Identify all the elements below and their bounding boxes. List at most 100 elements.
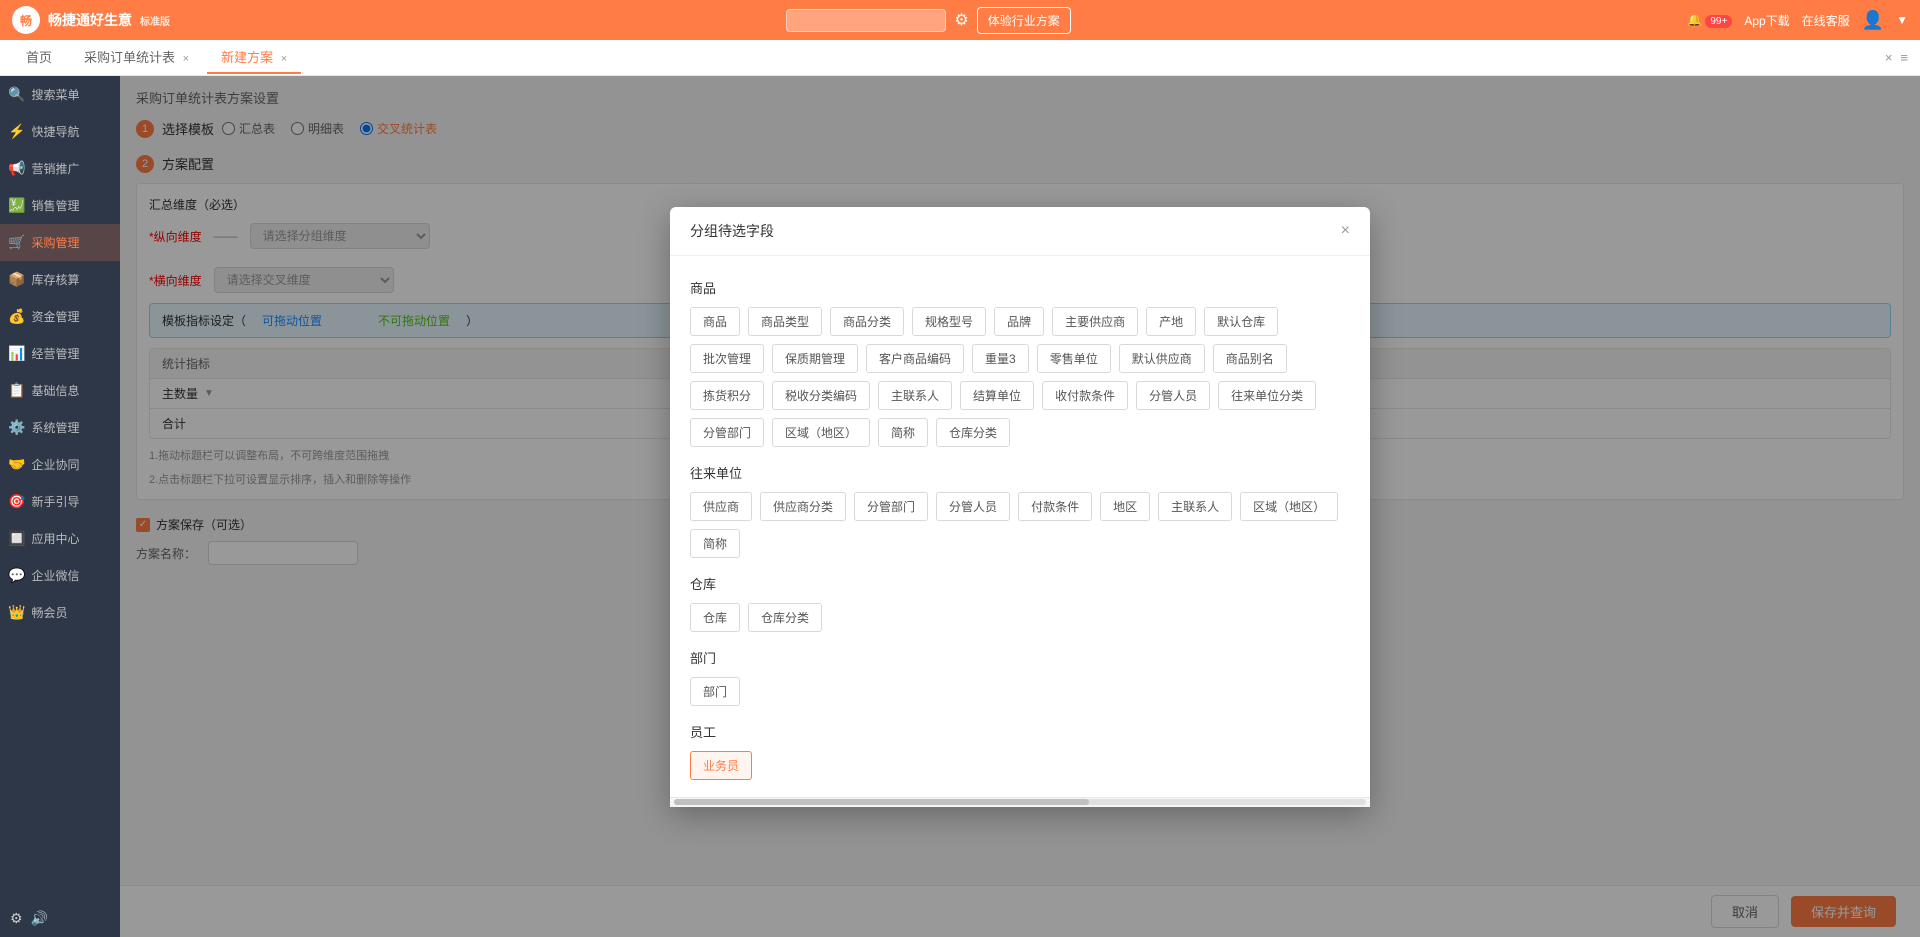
field-tag[interactable]: 分管人员 — [936, 492, 1010, 521]
field-tag[interactable]: 默认供应商 — [1119, 344, 1205, 373]
field-tag[interactable]: 仓库分类 — [936, 418, 1010, 447]
notification-area[interactable]: 🔔 99+ — [1687, 13, 1732, 27]
field-tag[interactable]: 批次管理 — [690, 344, 764, 373]
header-search-input[interactable] — [786, 9, 946, 32]
tab-bar-more-icon[interactable]: ≡ — [1900, 50, 1908, 65]
field-tag[interactable]: 主要供应商 — [1052, 307, 1138, 336]
sidebar-item-purchase[interactable]: 🛒 采购管理 — [0, 224, 120, 261]
field-tag[interactable]: 分管部门 — [854, 492, 928, 521]
logo-area: 畅 畅捷通好生意 标准版 — [12, 6, 170, 34]
section-employee-title: 员工 — [690, 722, 1350, 741]
field-tag[interactable]: 商品 — [690, 307, 740, 336]
field-tag[interactable]: 客户商品编码 — [866, 344, 964, 373]
header-right: 🔔 99+ App下载 在线客服 👤 ▼ — [1687, 10, 1908, 31]
section-partner-title: 往来单位 — [690, 463, 1350, 482]
operations-icon: 📊 — [8, 345, 25, 362]
field-tag-employee[interactable]: 业务员 — [690, 751, 752, 780]
field-tag[interactable]: 结算单位 — [960, 381, 1034, 410]
sidebar-item-quick-nav[interactable]: ⚡ 快捷导航 — [0, 113, 120, 150]
field-tag[interactable]: 地区 — [1100, 492, 1150, 521]
sidebar-item-app-center[interactable]: 🔲 应用中心 — [0, 520, 120, 557]
field-tag[interactable]: 拣货积分 — [690, 381, 764, 410]
sales-icon: 💹 — [8, 197, 25, 214]
gear-icon[interactable]: ⚙ — [954, 10, 968, 30]
tab-new-plan-close-icon[interactable]: × — [281, 53, 287, 65]
field-tag[interactable]: 主联系人 — [878, 381, 952, 410]
avatar-icon[interactable]: 👤 — [1862, 10, 1884, 31]
tab-purchase-close-icon[interactable]: × — [183, 53, 189, 65]
field-tag[interactable]: 商品类型 — [748, 307, 822, 336]
sidebar-item-wechat[interactable]: 💬 企业微信 — [0, 557, 120, 594]
sidebar-item-member[interactable]: 👑 畅会员 — [0, 594, 120, 631]
field-tag[interactable]: 主联系人 — [1158, 492, 1232, 521]
tab-home[interactable]: 首页 — [12, 41, 66, 74]
sidebar-item-search[interactable]: 🔍 搜索菜单 — [0, 76, 120, 113]
purchase-icon: 🛒 — [8, 234, 25, 251]
hscrollbar-thumb — [674, 799, 1089, 805]
sidebar-item-inventory[interactable]: 📦 库存核算 — [0, 261, 120, 298]
sidebar-item-finance[interactable]: 💰 资金管理 — [0, 298, 120, 335]
settings-bottom-icon[interactable]: ⚙ — [10, 910, 23, 927]
sidebar-item-basic-info[interactable]: 📋 基础信息 — [0, 372, 120, 409]
field-tag[interactable]: 简称 — [878, 418, 928, 447]
field-tag[interactable]: 零售单位 — [1037, 344, 1111, 373]
search-icon: 🔍 — [8, 86, 25, 103]
marketing-icon: 📢 — [8, 160, 25, 177]
quick-nav-icon: ⚡ — [8, 123, 25, 140]
section-employee-fields: 业务员 — [690, 751, 1350, 780]
sidebar-item-guide[interactable]: 🎯 新手引导 — [0, 483, 120, 520]
tab-new-plan[interactable]: 新建方案 × — [207, 41, 301, 74]
experience-button[interactable]: 体验行业方案 — [977, 7, 1071, 34]
inventory-icon: 📦 — [8, 271, 25, 288]
field-tag[interactable]: 分管人员 — [1136, 381, 1210, 410]
field-tag[interactable]: 区域（地区） — [772, 418, 870, 447]
dialog-hscrollbar[interactable] — [670, 797, 1370, 807]
sidebar-item-sales[interactable]: 💹 销售管理 — [0, 187, 120, 224]
sidebar-item-operations[interactable]: 📊 经营管理 — [0, 335, 120, 372]
field-tag[interactable]: 付款条件 — [1018, 492, 1092, 521]
field-tag[interactable]: 往来单位分类 — [1218, 381, 1316, 410]
sidebar-item-marketing[interactable]: 📢 营销推广 — [0, 150, 120, 187]
field-tag[interactable]: 商品别名 — [1213, 344, 1287, 373]
tab-purchase-stats[interactable]: 采购订单统计表 × — [70, 41, 203, 74]
logo-sub: 标准版 — [140, 13, 170, 28]
header-center: ⚙ 体验行业方案 — [170, 7, 1687, 34]
app-download-link[interactable]: App下载 — [1744, 12, 1789, 29]
field-tag[interactable]: 供应商 — [690, 492, 752, 521]
tab-bar: 首页 采购订单统计表 × 新建方案 × × ≡ — [0, 40, 1920, 76]
field-tag[interactable]: 收付款条件 — [1042, 381, 1128, 410]
field-tag[interactable]: 保质期管理 — [772, 344, 858, 373]
section-dept-fields: 部门 — [690, 677, 1350, 706]
field-tag[interactable]: 商品分类 — [830, 307, 904, 336]
dialog-body: 商品 商品 商品类型 商品分类 规格型号 品牌 主要供应商 产地 默认仓库 批次… — [670, 256, 1370, 797]
field-tag[interactable]: 简称 — [690, 529, 740, 558]
logo-icon: 畅 — [12, 6, 40, 34]
field-select-dialog: 分组待选字段 × 商品 商品 商品类型 商品分类 规格型号 品牌 主要供应商 产… — [670, 207, 1370, 807]
field-tag[interactable]: 默认仓库 — [1204, 307, 1278, 336]
audio-icon[interactable]: 🔊 — [31, 910, 48, 927]
sidebar-item-system[interactable]: ⚙️ 系统管理 — [0, 409, 120, 446]
finance-icon: 💰 — [8, 308, 25, 325]
sidebar-bottom: ⚙ 🔊 — [0, 900, 120, 937]
dropdown-icon[interactable]: ▼ — [1896, 13, 1908, 27]
field-tag[interactable]: 规格型号 — [912, 307, 986, 336]
dialog-header: 分组待选字段 × — [670, 207, 1370, 256]
field-tag[interactable]: 分管部门 — [690, 418, 764, 447]
field-tag[interactable]: 部门 — [690, 677, 740, 706]
field-tag[interactable]: 供应商分类 — [760, 492, 846, 521]
field-tag[interactable]: 区域（地区） — [1240, 492, 1338, 521]
field-tag[interactable]: 仓库分类 — [748, 603, 822, 632]
field-tag[interactable]: 重量3 — [972, 344, 1029, 373]
notification-badge: 99+ — [1705, 15, 1732, 28]
section-warehouse-title: 仓库 — [690, 574, 1350, 593]
dialog-close-button[interactable]: × — [1341, 222, 1350, 240]
tab-bar-close-icon[interactable]: × — [1885, 50, 1893, 65]
online-service-link[interactable]: 在线客服 — [1802, 12, 1850, 29]
field-tag[interactable]: 产地 — [1146, 307, 1196, 336]
field-tag[interactable]: 税收分类编码 — [772, 381, 870, 410]
sidebar-item-enterprise[interactable]: 🤝 企业协同 — [0, 446, 120, 483]
enterprise-icon: 🤝 — [8, 456, 25, 473]
field-tag[interactable]: 品牌 — [994, 307, 1044, 336]
sidebar: 🔍 搜索菜单 ⚡ 快捷导航 📢 营销推广 💹 销售管理 🛒 采购管理 📦 库存核… — [0, 76, 120, 937]
field-tag[interactable]: 仓库 — [690, 603, 740, 632]
